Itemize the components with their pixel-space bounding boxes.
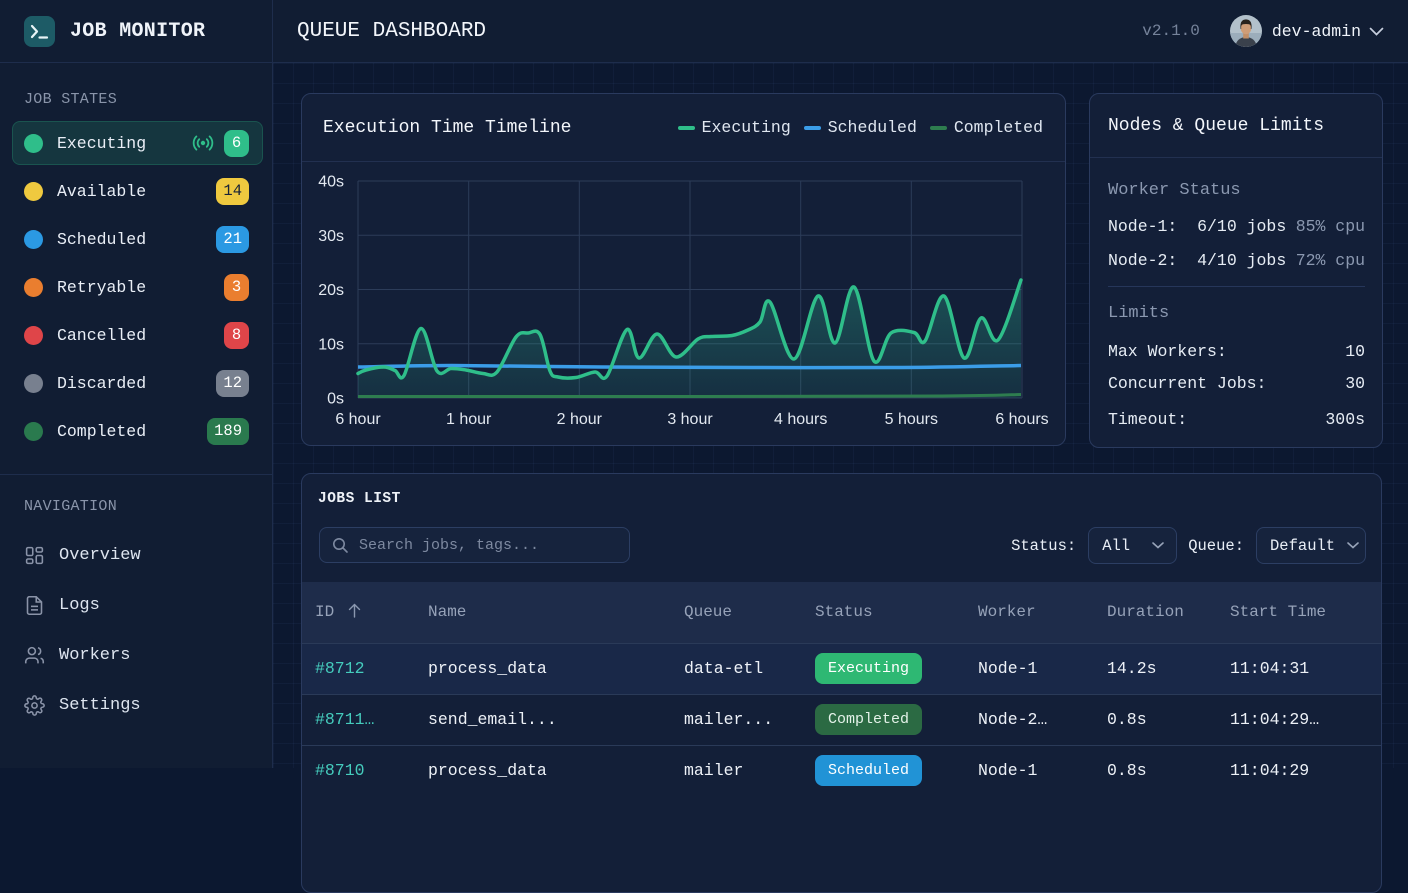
svg-text:3 hour: 3 hour	[667, 411, 713, 428]
svg-text:40s: 40s	[318, 174, 344, 191]
svg-text:6 hours: 6 hours	[995, 411, 1048, 428]
svg-text:0s: 0s	[327, 391, 344, 408]
svg-text:4 hours: 4 hours	[774, 411, 827, 428]
svg-text:10s: 10s	[318, 336, 344, 353]
svg-text:2 hour: 2 hour	[557, 411, 603, 428]
svg-text:6 hour: 6 hour	[335, 411, 381, 428]
svg-text:20s: 20s	[318, 282, 344, 299]
svg-text:5 hours: 5 hours	[885, 411, 938, 428]
svg-text:1 hour: 1 hour	[446, 411, 492, 428]
svg-text:30s: 30s	[318, 228, 344, 245]
